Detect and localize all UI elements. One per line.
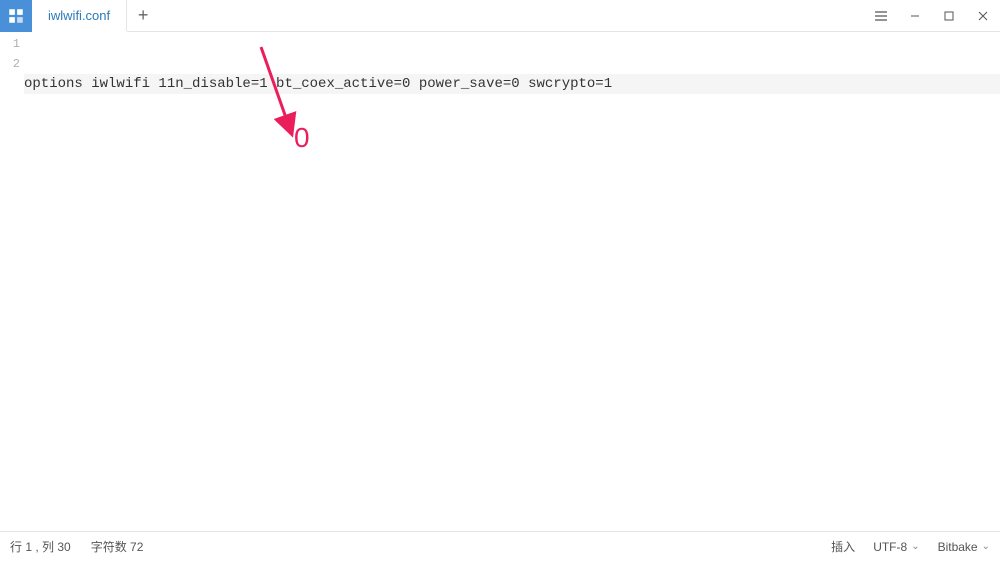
hamburger-icon: [874, 9, 888, 23]
chevron-down-icon: ⌄: [911, 541, 919, 552]
syntax-selector[interactable]: Bitbake ⌄: [938, 540, 990, 554]
code-line[interactable]: options iwlwifi 11n_disable=1 bt_coex_ac…: [24, 74, 1000, 94]
code-content[interactable]: options iwlwifi 11n_disable=1 bt_coex_ac…: [24, 32, 1000, 531]
app-icon[interactable]: [0, 0, 32, 32]
encoding-label: UTF-8: [873, 540, 907, 554]
close-button[interactable]: [966, 0, 1000, 32]
close-icon: [977, 10, 989, 22]
tab-title: iwlwifi.conf: [48, 8, 110, 23]
titlebar-spacer: [159, 0, 864, 31]
titlebar: iwlwifi.conf +: [0, 0, 1000, 32]
syntax-label: Bitbake: [938, 540, 978, 554]
minimize-icon: [909, 10, 921, 22]
hamburger-menu-button[interactable]: [864, 0, 898, 32]
maximize-icon: [943, 10, 955, 22]
line-gutter: 1 2: [0, 32, 24, 531]
chevron-down-icon: ⌄: [982, 541, 990, 552]
maximize-button[interactable]: [932, 0, 966, 32]
cursor-position[interactable]: 行 1 , 列 30: [10, 538, 71, 555]
window-controls: [898, 0, 1000, 31]
minimize-button[interactable]: [898, 0, 932, 32]
insert-mode[interactable]: 插入: [831, 538, 855, 555]
line-number: 2: [0, 54, 20, 74]
encoding-selector[interactable]: UTF-8 ⌄: [873, 540, 919, 554]
editor-area[interactable]: 1 2 options iwlwifi 11n_disable=1 bt_coe…: [0, 32, 1000, 531]
plus-icon: +: [138, 5, 149, 26]
tab-iwlwifi-conf[interactable]: iwlwifi.conf: [32, 0, 127, 32]
char-count[interactable]: 字符数 72: [91, 538, 144, 555]
statusbar: 行 1 , 列 30 字符数 72 插入 UTF-8 ⌄ Bitbake ⌄: [0, 531, 1000, 561]
line-number: 1: [0, 34, 20, 54]
app-logo-icon: [7, 7, 25, 25]
code-line[interactable]: [24, 134, 1000, 154]
new-tab-button[interactable]: +: [127, 0, 159, 31]
insert-mode-label: 插入: [831, 538, 855, 555]
